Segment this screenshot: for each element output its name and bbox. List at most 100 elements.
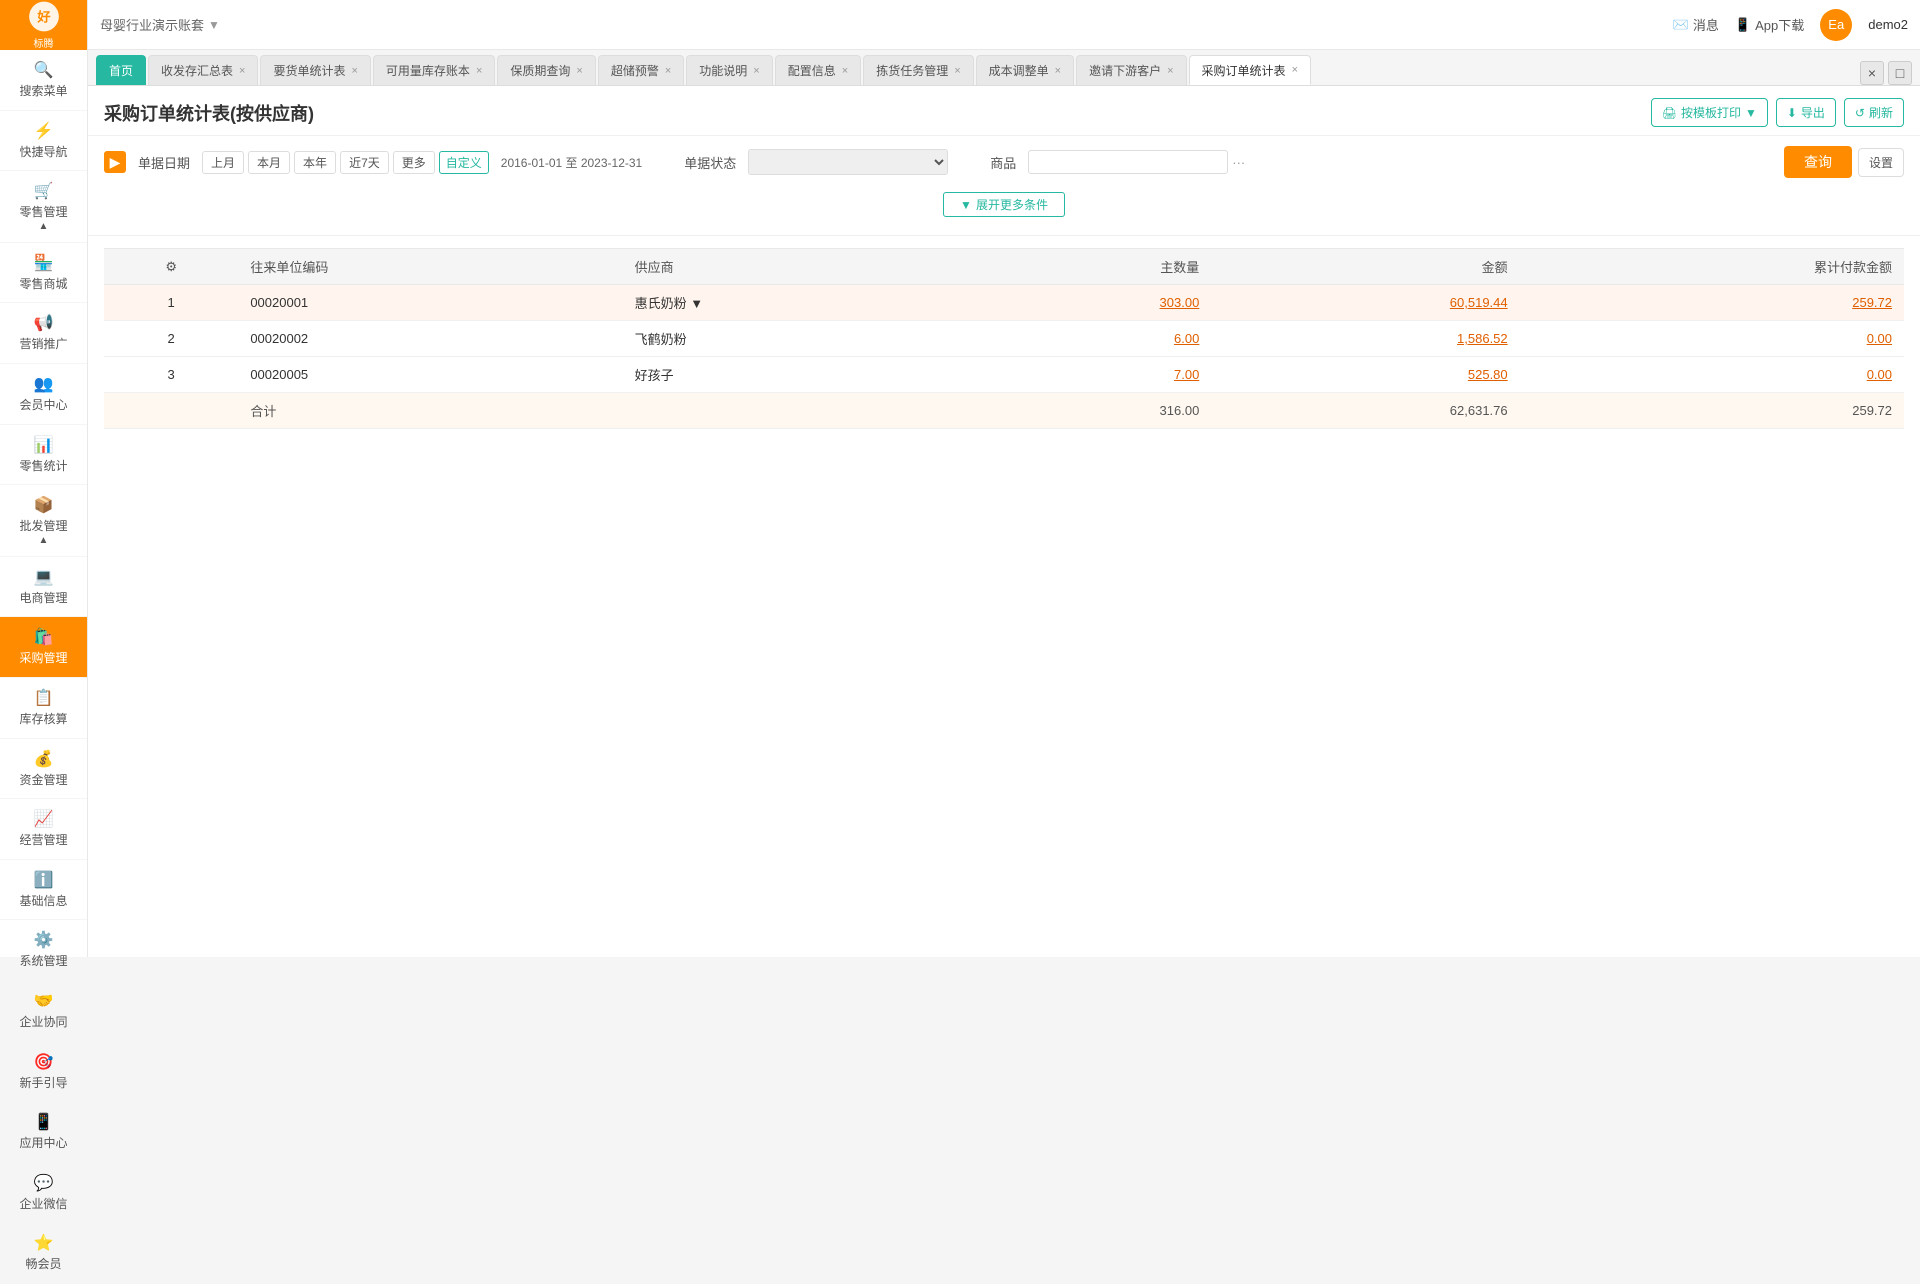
refresh-btn[interactable]: ↺ 刷新 bbox=[1844, 98, 1904, 127]
tab-inventory-book[interactable]: 可用量库存账本× bbox=[373, 55, 495, 85]
tab-warranty-query[interactable]: 保质期查询× bbox=[497, 55, 595, 85]
sidebar-item-inventory[interactable]: 📋 库存核算 bbox=[0, 678, 87, 739]
date-custom-btn[interactable]: 自定义 bbox=[439, 151, 489, 174]
tab-invite-downstream[interactable]: 邀请下游客户 × bbox=[1076, 55, 1186, 85]
goods-filter-input-container: ··· bbox=[1028, 150, 1245, 174]
tab-close-cost-adjust[interactable]: × bbox=[1055, 65, 1061, 77]
sidebar-item-system[interactable]: ⚙️ 系统管理 bbox=[0, 920, 87, 981]
sidebar-item-retail[interactable]: 🛒 零售管理 ▲ bbox=[0, 171, 87, 243]
sidebar-item-retail-stats[interactable]: 📊 零售统计 bbox=[0, 425, 87, 486]
date-7days-btn[interactable]: 近7天 bbox=[340, 151, 389, 174]
table-container: ⚙ 往来单位编码 供应商 主数量 金额 累计付款金额 1 00020001 惠氏… bbox=[88, 248, 1920, 445]
amount-link[interactable]: 525.80 bbox=[1468, 367, 1508, 382]
sidebar-item-basic-info[interactable]: ℹ️ 基础信息 bbox=[0, 860, 87, 921]
tab-function-desc[interactable]: 功能说明× bbox=[686, 55, 772, 85]
filter-date-btns: 上月 本月 本年 近7天 更多 自定义 bbox=[202, 151, 489, 174]
status-filter-label: 单据状态 bbox=[684, 153, 736, 172]
sidebar-item-finance[interactable]: 💰 资金管理 bbox=[0, 739, 87, 800]
sidebar-item-label-vip-member: 畅会员 bbox=[25, 1257, 61, 1273]
tab-close-function-desc[interactable]: × bbox=[753, 65, 759, 77]
breadcrumb-select[interactable]: 母婴行业演示账套 ▼ bbox=[100, 15, 220, 34]
sidebar-item-label-new-guide: 新手引导 bbox=[19, 1076, 67, 1092]
sidebar-item-purchase[interactable]: 🛍️ 采购管理 bbox=[0, 617, 87, 678]
goods-filter-input[interactable] bbox=[1028, 150, 1228, 174]
sidebar-item-enterprise-collab[interactable]: 🤝 企业协同 bbox=[0, 981, 87, 1042]
sidebar-item-label-member: 会员中心 bbox=[19, 398, 67, 414]
sidebar-item-quick-nav[interactable]: ⚡ 快捷导航 bbox=[0, 111, 87, 172]
tab-close-warranty-query[interactable]: × bbox=[576, 65, 582, 77]
sidebar-item-member[interactable]: 👥 会员中心 bbox=[0, 364, 87, 425]
date-this-year-btn[interactable]: 本年 bbox=[294, 151, 336, 174]
col-amount: 金额 bbox=[1211, 249, 1519, 285]
tab-label-home: 首页 bbox=[109, 62, 133, 79]
sidebar-item-label-retail: 零售管理 bbox=[19, 205, 67, 221]
tab-label-overstock-warning: 超储预警 bbox=[611, 62, 659, 79]
qty-link[interactable]: 7.00 bbox=[1174, 367, 1199, 382]
sidebar-item-label-inventory: 库存核算 bbox=[19, 712, 67, 728]
quick-nav-icon: ⚡ bbox=[34, 121, 54, 141]
print-btn[interactable]: 🖨 按模板打印 ▼ bbox=[1651, 98, 1768, 127]
sidebar-item-label-operations: 经营管理 bbox=[19, 833, 67, 849]
tab-close-all-btn[interactable]: × bbox=[1860, 61, 1884, 85]
tab-close-config-info[interactable]: × bbox=[842, 65, 848, 77]
sidebar-item-app-center[interactable]: 📱 应用中心 bbox=[0, 1102, 87, 1163]
sidebar-item-ecommerce[interactable]: 💻 电商管理 bbox=[0, 557, 87, 618]
goods-filter-label: 商品 bbox=[990, 153, 1016, 172]
tab-config-info[interactable]: 配置信息× bbox=[775, 55, 861, 85]
qty-link[interactable]: 303.00 bbox=[1160, 295, 1200, 310]
tab-label-pick-task: 拣货任务管理 bbox=[876, 62, 948, 79]
tab-cost-adjust[interactable]: 成本调整单× bbox=[976, 55, 1074, 85]
tab-close-overstock-warning[interactable]: × bbox=[665, 65, 671, 77]
date-last-month-btn[interactable]: 上月 bbox=[202, 151, 244, 174]
filter-toggle-btn[interactable]: ▶ bbox=[104, 151, 126, 173]
tab-close-receive-summary[interactable]: × bbox=[239, 65, 245, 77]
tab-close-pick-task[interactable]: × bbox=[954, 65, 960, 77]
tab-home[interactable]: 首页 bbox=[96, 55, 146, 85]
filter-area: ▶ 单据日期 上月 本月 本年 近7天 更多 自定义 2016-01-01 至 … bbox=[88, 136, 1920, 236]
tab-receive-summary[interactable]: 收发存汇总表 × bbox=[148, 55, 258, 85]
sidebar-item-retail-mall[interactable]: 🏪 零售商城 bbox=[0, 243, 87, 304]
breadcrumb-text: 母婴行业演示账套 bbox=[100, 15, 204, 34]
tab-close-order-summary[interactable]: × bbox=[351, 65, 357, 77]
paid-link[interactable]: 259.72 bbox=[1852, 295, 1892, 310]
sidebar-item-search[interactable]: 🔍 搜索菜单 bbox=[0, 50, 87, 111]
tab-close-inventory-book[interactable]: × bbox=[476, 65, 482, 77]
tab-label-receive-summary: 收发存汇总表 bbox=[161, 62, 233, 79]
sidebar-item-marketing[interactable]: 📢 营销推广 bbox=[0, 303, 87, 364]
date-more-btn[interactable]: 更多 bbox=[393, 151, 435, 174]
sidebar-item-wholesale[interactable]: 📦 批发管理 ▲ bbox=[0, 485, 87, 557]
query-btn[interactable]: 查询 bbox=[1784, 146, 1852, 178]
tab-order-summary[interactable]: 要货单统计表× bbox=[260, 55, 370, 85]
app-download-btn[interactable]: 📱 App下载 bbox=[1735, 15, 1804, 34]
settings-btn[interactable]: 设置 bbox=[1858, 148, 1904, 177]
message-btn[interactable]: ✉️ 消息 bbox=[1673, 15, 1719, 34]
tab-pick-task[interactable]: 拣货任务管理 × bbox=[863, 55, 973, 85]
user-avatar-text: Ea bbox=[1828, 17, 1844, 32]
amount-link[interactable]: 60,519.44 bbox=[1450, 295, 1508, 310]
export-btn[interactable]: ⬇ 导出 bbox=[1776, 98, 1836, 127]
tab-maximize-btn[interactable]: □ bbox=[1888, 61, 1912, 85]
sidebar-item-new-guide[interactable]: 🎯 新手引导 bbox=[0, 1042, 87, 1103]
data-table: ⚙ 往来单位编码 供应商 主数量 金额 累计付款金额 1 00020001 惠氏… bbox=[104, 248, 1904, 429]
tab-purchase-summary[interactable]: 采购订单统计表× bbox=[1189, 55, 1311, 85]
paid-link[interactable]: 0.00 bbox=[1867, 367, 1892, 382]
tab-close-purchase-summary[interactable]: × bbox=[1292, 64, 1298, 76]
sidebar-item-vip-member[interactable]: ⭐ 畅会员 bbox=[0, 1223, 87, 1284]
retail-stats-icon: 📊 bbox=[34, 435, 54, 455]
col-gear[interactable]: ⚙ bbox=[104, 249, 238, 285]
tab-label-invite-downstream: 邀请下游客户 bbox=[1089, 62, 1161, 79]
status-filter-select[interactable] bbox=[748, 149, 948, 175]
print-dropdown-icon: ▼ bbox=[1745, 106, 1757, 120]
sidebar-item-enterprise-wechat[interactable]: 💬 企业微信 bbox=[0, 1163, 87, 1224]
amount-link[interactable]: 1,586.52 bbox=[1457, 331, 1508, 346]
tab-overstock-warning[interactable]: 超储预警 × bbox=[598, 55, 684, 85]
expand-more-btn[interactable]: ▼ 展开更多条件 bbox=[943, 192, 1065, 217]
sidebar-item-operations[interactable]: 📈 经营管理 bbox=[0, 799, 87, 860]
user-avatar[interactable]: Ea bbox=[1820, 9, 1852, 41]
tab-close-invite-downstream[interactable]: × bbox=[1167, 65, 1173, 77]
expand-icon[interactable]: ▼ bbox=[690, 296, 703, 311]
date-this-month-btn[interactable]: 本月 bbox=[248, 151, 290, 174]
paid-link[interactable]: 0.00 bbox=[1867, 331, 1892, 346]
qty-link[interactable]: 6.00 bbox=[1174, 331, 1199, 346]
goods-ellipsis-icon[interactable]: ··· bbox=[1232, 155, 1245, 170]
